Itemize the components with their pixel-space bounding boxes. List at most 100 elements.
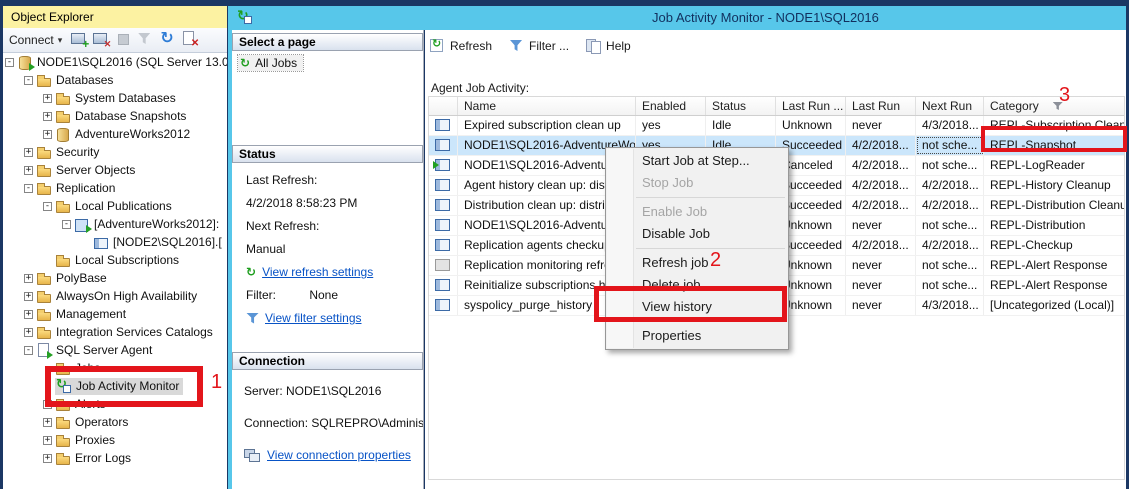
filter-button[interactable]: Filter ...: [508, 38, 569, 53]
expand-toggle[interactable]: +: [24, 165, 33, 175]
script-error-icon[interactable]: [180, 30, 199, 49]
toolbar-button-label: Refresh: [450, 38, 493, 53]
toolbar-button-label: Help: [606, 38, 631, 53]
toolbar-button-label: Filter ...: [529, 38, 570, 53]
connection-header: Connection: [232, 352, 423, 370]
expand-toggle[interactable]: +: [24, 273, 33, 283]
collapse-toggle[interactable]: -: [43, 201, 52, 211]
job-icon: [435, 119, 450, 131]
tree-item-error-logs[interactable]: + Error Logs: [3, 449, 227, 467]
job-running-icon: [433, 159, 450, 171]
tree-item-security[interactable]: + Security: [3, 143, 227, 161]
expand-toggle[interactable]: +: [43, 93, 52, 103]
left-pages-column: Select a page ↻ All Jobs Status Last Ref…: [232, 30, 424, 489]
col-header-last-run[interactable]: Last Run ...: [776, 97, 846, 115]
tree-item-replication[interactable]: - Replication: [3, 179, 227, 197]
tree-item-polybase[interactable]: + PolyBase: [3, 269, 227, 287]
help-button[interactable]: Help: [585, 38, 631, 54]
view-filter-settings-link[interactable]: View filter settings: [265, 311, 362, 325]
tree-item-label: Databases: [56, 73, 114, 87]
server-line: Server: NODE1\SQL2016: [244, 384, 382, 398]
job-icon: [435, 279, 450, 291]
col-header-last-run[interactable]: Last Run: [846, 97, 916, 115]
menu-item-start-job-at-step[interactable]: Start Job at Step...: [606, 150, 788, 172]
tree-item-label: PolyBase: [56, 271, 107, 285]
menu-item-disable-job[interactable]: Disable Job: [606, 223, 788, 245]
tree-item-databases[interactable]: - Databases: [3, 71, 227, 89]
cell-last_run: never: [846, 216, 916, 235]
tree-item-database-snapshots[interactable]: + Database Snapshots: [3, 107, 227, 125]
col-header-label: Category: [990, 98, 1039, 113]
collapse-toggle[interactable]: -: [5, 57, 14, 67]
col-header-status[interactable]: Status: [706, 97, 776, 115]
menu-item-properties[interactable]: Properties: [606, 325, 788, 347]
tree-item-adventureworks2012[interactable]: - [AdventureWorks2012]:: [3, 215, 227, 233]
view-refresh-settings-link[interactable]: View refresh settings: [262, 265, 373, 279]
expand-toggle[interactable]: +: [24, 291, 33, 301]
col-header-label: Name: [464, 98, 497, 113]
refresh-icon[interactable]: [158, 28, 177, 47]
tree-item-label: SQL Server Agent: [56, 343, 153, 357]
tree-item-local-subscriptions[interactable]: Local Subscriptions: [3, 251, 227, 269]
collapse-toggle[interactable]: -: [62, 219, 71, 229]
job-icon: [435, 179, 450, 191]
expand-toggle[interactable]: +: [43, 435, 52, 445]
expand-toggle[interactable]: +: [43, 111, 52, 121]
cell-last_run: never: [846, 276, 916, 295]
tree-item-proxies[interactable]: + Proxies: [3, 431, 227, 449]
tree-item-node1-sql2016-sql-server-13-0-1[interactable]: - NODE1\SQL2016 (SQL Server 13.0.1: [3, 53, 227, 71]
expand-toggle[interactable]: +: [43, 129, 52, 139]
tree-item-label: Error Logs: [75, 451, 132, 465]
folder-icon: [36, 289, 52, 304]
col-header-label: Last Run ...: [782, 98, 844, 113]
tree-item-alwayson-high-availability[interactable]: + AlwaysOn High Availability: [3, 287, 227, 305]
filter-label: Filter:: [246, 288, 276, 302]
collapse-toggle[interactable]: -: [24, 183, 33, 193]
col-header-category[interactable]: Category: [984, 97, 1124, 115]
job-activity-monitor-icon: [237, 8, 253, 25]
filter-icon: [508, 38, 524, 53]
col-header-next-run[interactable]: Next Run: [916, 97, 984, 115]
cell-next_run: 4/3/2018...: [916, 116, 984, 135]
all-jobs-item[interactable]: ↻ All Jobs: [236, 54, 305, 72]
expand-toggle[interactable]: +: [43, 417, 52, 427]
annotation-number-1: 1: [211, 371, 223, 393]
object-explorer-toolbar-icons: [70, 28, 202, 50]
expand-toggle[interactable]: +: [24, 309, 33, 319]
agent-job-activity-caption: Agent Job Activity:: [431, 81, 530, 95]
job-gray-icon: [435, 259, 450, 271]
job-icon: [435, 199, 450, 211]
expand-toggle[interactable]: +: [43, 453, 52, 463]
connect-button[interactable]: Connect ▾: [9, 33, 62, 47]
disconnect-server-icon[interactable]: [92, 30, 111, 49]
folder-icon: [55, 433, 71, 448]
tree-item-operators[interactable]: + Operators: [3, 413, 227, 431]
col-header-name[interactable]: Name: [458, 97, 636, 115]
col-header-enabled[interactable]: Enabled: [636, 97, 706, 115]
menu-item-refresh-job[interactable]: Refresh job: [606, 252, 788, 274]
tree-item-management[interactable]: + Management: [3, 305, 227, 323]
cell-job-icon: [429, 156, 458, 175]
refresh-button[interactable]: Refresh: [429, 37, 493, 53]
db-icon: [55, 127, 71, 142]
tree-item-label: Operators: [75, 415, 129, 429]
ssms-window: Object Explorer Connect ▾ -NODE1\SQL2016…: [0, 0, 1129, 489]
chevron-down-icon: ▾: [57, 34, 63, 45]
tree-item-server-objects[interactable]: + Server Objects: [3, 161, 227, 179]
view-connection-properties-link[interactable]: View connection properties: [267, 448, 411, 462]
collapse-toggle[interactable]: -: [24, 345, 33, 355]
col-header-label: Enabled: [642, 98, 687, 113]
col-header-label: Next Run: [922, 98, 973, 113]
cell-last_run: 4/2/2018...: [846, 196, 916, 215]
tree-item-system-databases[interactable]: + System Databases: [3, 89, 227, 107]
expand-toggle[interactable]: +: [24, 147, 33, 157]
collapse-toggle[interactable]: -: [24, 75, 33, 85]
tree-item-integration-services-catalogs[interactable]: + Integration Services Catalogs: [3, 323, 227, 341]
tree-item-node2-sql2016[interactable]: [NODE2\SQL2016].[: [3, 233, 227, 251]
tree-item-local-publications[interactable]: - Local Publications: [3, 197, 227, 215]
connect-server-icon[interactable]: [70, 30, 89, 50]
tree-item-sql-server-agent[interactable]: - SQL Server Agent: [3, 341, 227, 359]
tree-item-adventureworks2012[interactable]: + AdventureWorks2012: [3, 125, 227, 143]
expand-toggle[interactable]: +: [24, 327, 33, 337]
col-header-icon[interactable]: [429, 97, 458, 115]
